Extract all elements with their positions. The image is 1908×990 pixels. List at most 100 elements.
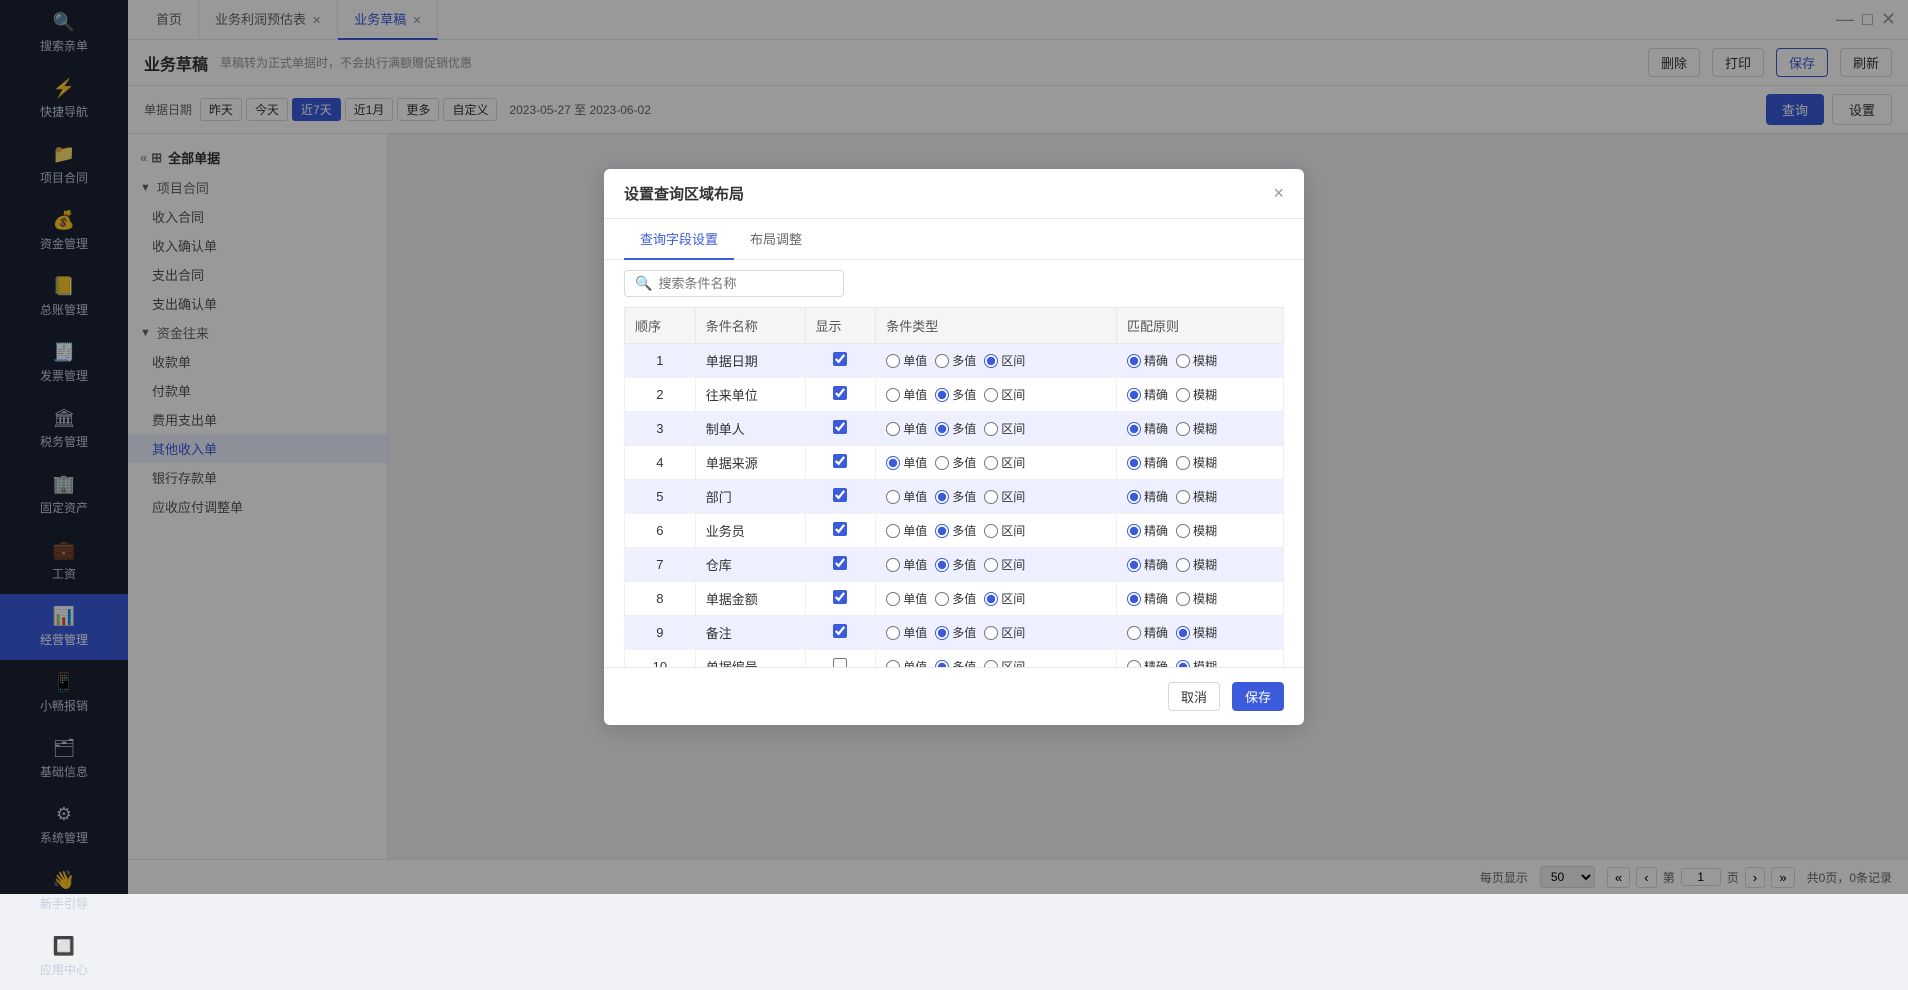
radio-input-type-single-0[interactable] — [886, 354, 900, 368]
radio-input-type-range-3[interactable] — [984, 456, 998, 470]
checkbox-show-3[interactable] — [833, 454, 847, 468]
radio-type-range-2[interactable]: 区间 — [984, 420, 1025, 437]
radio-input-type-single-2[interactable] — [886, 422, 900, 436]
radio-input-match-fuzzy-9[interactable] — [1176, 660, 1190, 668]
radio-input-type-multiple-8[interactable] — [935, 626, 949, 640]
radio-type-range-4[interactable]: 区间 — [984, 488, 1025, 505]
radio-input-type-range-4[interactable] — [984, 490, 998, 504]
radio-input-type-range-2[interactable] — [984, 422, 998, 436]
checkbox-show-2[interactable] — [833, 420, 847, 434]
radio-input-type-multiple-2[interactable] — [935, 422, 949, 436]
radio-type-multiple-4[interactable]: 多值 — [935, 488, 976, 505]
radio-match-fuzzy-9[interactable]: 模糊 — [1176, 658, 1217, 667]
checkbox-show-1[interactable] — [833, 386, 847, 400]
radio-match-exact-3[interactable]: 精确 — [1127, 454, 1168, 471]
radio-match-fuzzy-1[interactable]: 模糊 — [1176, 386, 1217, 403]
radio-match-fuzzy-5[interactable]: 模糊 — [1176, 522, 1217, 539]
radio-match-exact-4[interactable]: 精确 — [1127, 488, 1168, 505]
radio-type-single-4[interactable]: 单值 — [886, 488, 927, 505]
radio-type-multiple-6[interactable]: 多值 — [935, 556, 976, 573]
radio-input-type-range-9[interactable] — [984, 660, 998, 668]
radio-input-type-multiple-0[interactable] — [935, 354, 949, 368]
checkbox-show-5[interactable] — [833, 522, 847, 536]
radio-type-multiple-5[interactable]: 多值 — [935, 522, 976, 539]
radio-input-match-fuzzy-0[interactable] — [1176, 354, 1190, 368]
radio-type-range-7[interactable]: 区间 — [984, 590, 1025, 607]
radio-input-type-single-9[interactable] — [886, 660, 900, 668]
radio-input-match-exact-1[interactable] — [1127, 388, 1141, 402]
radio-match-fuzzy-7[interactable]: 模糊 — [1176, 590, 1217, 607]
radio-input-match-fuzzy-7[interactable] — [1176, 592, 1190, 606]
radio-type-range-3[interactable]: 区间 — [984, 454, 1025, 471]
radio-input-type-range-5[interactable] — [984, 524, 998, 538]
radio-type-range-1[interactable]: 区间 — [984, 386, 1025, 403]
radio-input-type-multiple-3[interactable] — [935, 456, 949, 470]
radio-type-multiple-1[interactable]: 多值 — [935, 386, 976, 403]
radio-input-type-range-6[interactable] — [984, 558, 998, 572]
radio-match-exact-2[interactable]: 精确 — [1127, 420, 1168, 437]
radio-input-match-exact-3[interactable] — [1127, 456, 1141, 470]
radio-input-type-single-6[interactable] — [886, 558, 900, 572]
radio-input-match-exact-9[interactable] — [1127, 660, 1141, 668]
radio-type-single-3[interactable]: 单值 — [886, 454, 927, 471]
radio-type-multiple-9[interactable]: 多值 — [935, 658, 976, 667]
radio-match-fuzzy-2[interactable]: 模糊 — [1176, 420, 1217, 437]
radio-type-single-6[interactable]: 单值 — [886, 556, 927, 573]
radio-input-type-multiple-1[interactable] — [935, 388, 949, 402]
radio-input-match-exact-8[interactable] — [1127, 626, 1141, 640]
radio-input-type-multiple-6[interactable] — [935, 558, 949, 572]
radio-input-match-fuzzy-2[interactable] — [1176, 422, 1190, 436]
radio-type-multiple-8[interactable]: 多值 — [935, 624, 976, 641]
radio-match-exact-9[interactable]: 精确 — [1127, 658, 1168, 667]
radio-match-fuzzy-3[interactable]: 模糊 — [1176, 454, 1217, 471]
radio-input-type-single-3[interactable] — [886, 456, 900, 470]
radio-match-exact-7[interactable]: 精确 — [1127, 590, 1168, 607]
radio-input-type-single-5[interactable] — [886, 524, 900, 538]
radio-input-type-range-7[interactable] — [984, 592, 998, 606]
radio-type-range-0[interactable]: 区间 — [984, 352, 1025, 369]
radio-input-match-fuzzy-1[interactable] — [1176, 388, 1190, 402]
radio-type-single-2[interactable]: 单值 — [886, 420, 927, 437]
radio-input-type-range-8[interactable] — [984, 626, 998, 640]
radio-input-match-exact-4[interactable] — [1127, 490, 1141, 504]
radio-type-multiple-2[interactable]: 多值 — [935, 420, 976, 437]
radio-type-multiple-0[interactable]: 多值 — [935, 352, 976, 369]
radio-input-match-exact-6[interactable] — [1127, 558, 1141, 572]
radio-match-fuzzy-6[interactable]: 模糊 — [1176, 556, 1217, 573]
search-input[interactable] — [658, 276, 834, 291]
modal-close-button[interactable]: × — [1273, 183, 1284, 204]
radio-input-match-fuzzy-6[interactable] — [1176, 558, 1190, 572]
modal-save-button[interactable]: 保存 — [1232, 682, 1284, 711]
radio-input-match-exact-7[interactable] — [1127, 592, 1141, 606]
radio-type-multiple-3[interactable]: 多值 — [935, 454, 976, 471]
radio-match-exact-8[interactable]: 精确 — [1127, 624, 1168, 641]
sidebar-item-apps[interactable]: 🔲应用中心 — [0, 924, 128, 990]
radio-input-type-range-0[interactable] — [984, 354, 998, 368]
radio-match-fuzzy-8[interactable]: 模糊 — [1176, 624, 1217, 641]
radio-match-fuzzy-4[interactable]: 模糊 — [1176, 488, 1217, 505]
radio-input-match-exact-2[interactable] — [1127, 422, 1141, 436]
radio-type-range-6[interactable]: 区间 — [984, 556, 1025, 573]
radio-type-single-9[interactable]: 单值 — [886, 658, 927, 667]
checkbox-show-4[interactable] — [833, 488, 847, 502]
radio-input-match-fuzzy-3[interactable] — [1176, 456, 1190, 470]
radio-input-type-single-1[interactable] — [886, 388, 900, 402]
radio-type-multiple-7[interactable]: 多值 — [935, 590, 976, 607]
radio-input-type-multiple-9[interactable] — [935, 660, 949, 668]
radio-input-type-multiple-7[interactable] — [935, 592, 949, 606]
radio-input-match-exact-5[interactable] — [1127, 524, 1141, 538]
radio-input-match-fuzzy-5[interactable] — [1176, 524, 1190, 538]
radio-type-single-5[interactable]: 单值 — [886, 522, 927, 539]
radio-input-type-single-4[interactable] — [886, 490, 900, 504]
radio-input-type-single-7[interactable] — [886, 592, 900, 606]
radio-type-range-8[interactable]: 区间 — [984, 624, 1025, 641]
checkbox-show-0[interactable] — [833, 352, 847, 366]
radio-input-type-range-1[interactable] — [984, 388, 998, 402]
modal-tab-layout[interactable]: 布局调整 — [734, 219, 818, 260]
radio-match-exact-1[interactable]: 精确 — [1127, 386, 1168, 403]
radio-type-range-9[interactable]: 区间 — [984, 658, 1025, 667]
checkbox-show-6[interactable] — [833, 556, 847, 570]
radio-match-exact-6[interactable]: 精确 — [1127, 556, 1168, 573]
radio-input-match-exact-0[interactable] — [1127, 354, 1141, 368]
radio-input-match-fuzzy-8[interactable] — [1176, 626, 1190, 640]
